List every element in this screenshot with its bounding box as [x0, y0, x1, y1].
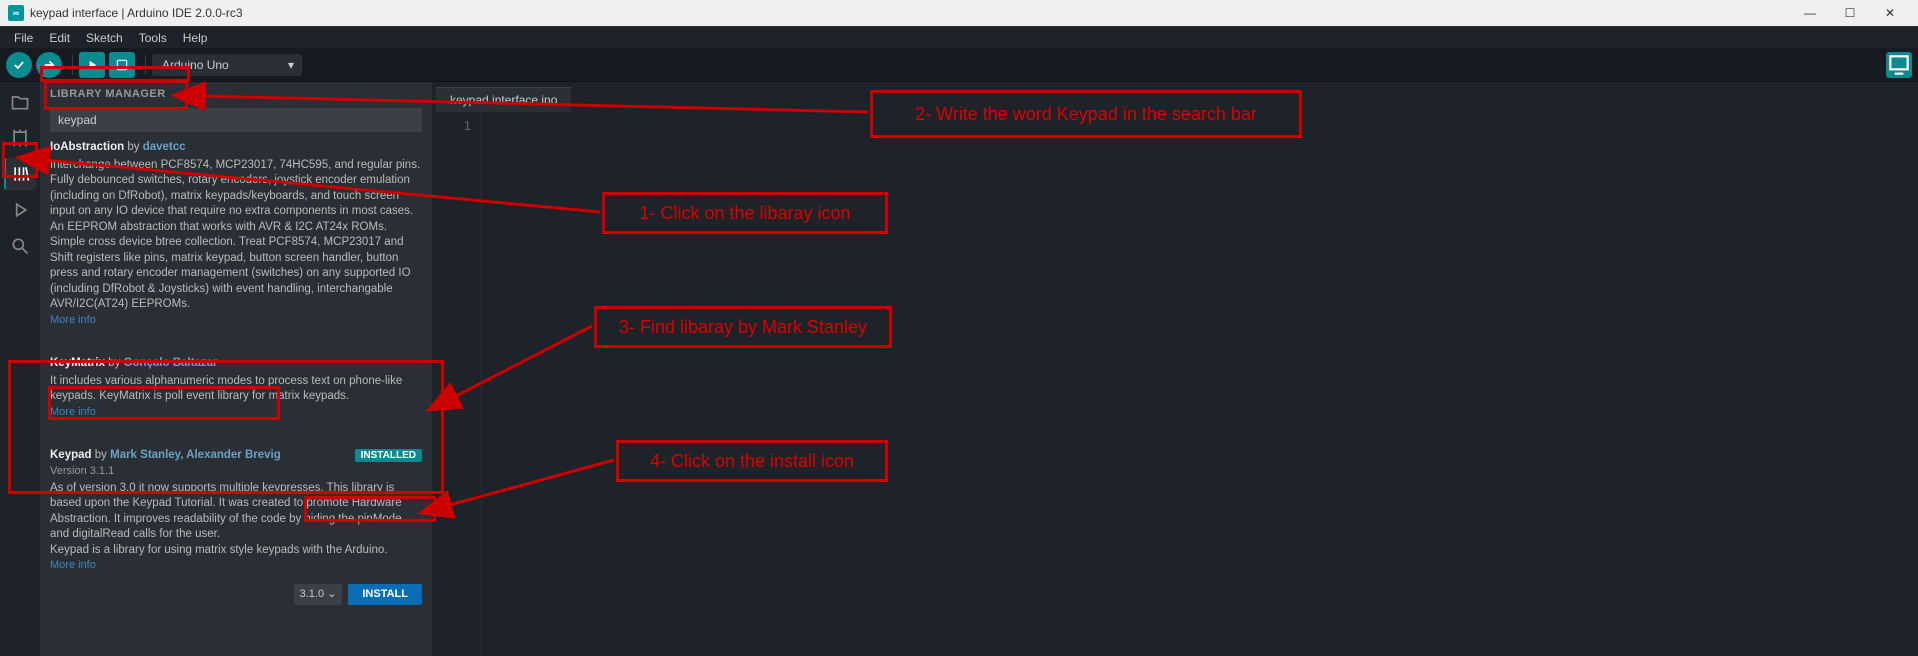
editor-tabs: keypad interface.ino [432, 82, 1918, 112]
library-manager-panel: LIBRARY MANAGER IoAbstraction by davetcc… [40, 82, 432, 656]
version-select[interactable]: 3.1.0 ⌄ [294, 584, 343, 605]
toolbar: Arduino Uno [0, 48, 1918, 82]
menu-edit[interactable]: Edit [41, 29, 78, 47]
menu-file[interactable]: File [6, 29, 41, 47]
serial-plotter-button[interactable] [1886, 52, 1912, 78]
boards-manager-icon[interactable] [4, 122, 36, 154]
editor-area: keypad interface.ino 1 [432, 82, 1918, 656]
library-manager-icon[interactable] [4, 158, 36, 190]
verify-button[interactable] [6, 52, 32, 78]
upload-button[interactable] [36, 52, 62, 78]
library-description: As of version 3.0 it now supports multip… [50, 481, 422, 559]
minimize-button[interactable]: — [1790, 0, 1830, 26]
installed-badge: INSTALLED [355, 449, 422, 462]
board-selector[interactable]: Arduino Uno [152, 54, 302, 76]
debug-panel-icon[interactable] [4, 194, 36, 226]
menu-sketch[interactable]: Sketch [78, 29, 131, 47]
window-title: keypad interface | Arduino IDE 2.0.0-rc3 [30, 6, 243, 20]
more-info-link[interactable]: More info [50, 314, 96, 326]
library-description: Interchange between PCF8574, MCP23017, 7… [50, 158, 422, 313]
library-item-ioabstraction[interactable]: IoAbstraction by davetcc Interchange bet… [50, 140, 422, 328]
library-list[interactable]: IoAbstraction by davetcc Interchange bet… [40, 140, 432, 656]
titlebar: ∞ keypad interface | Arduino IDE 2.0.0-r… [0, 0, 1918, 26]
app-icon: ∞ [8, 5, 24, 21]
debug-button[interactable] [79, 52, 105, 78]
code-editor[interactable]: 1 [432, 112, 1918, 656]
library-item-keypad[interactable]: INSTALLED Keypad by Mark Stanley, Alexan… [50, 448, 422, 604]
editor-tab[interactable]: keypad interface.ino [436, 87, 571, 112]
menu-tools[interactable]: Tools [131, 29, 175, 47]
library-item-keymatrix[interactable]: KeyMatrix by Gonçalo Baltazar It include… [50, 356, 422, 420]
sidebar-nav [0, 82, 40, 656]
more-info-link[interactable]: More info [50, 559, 96, 571]
more-info-link[interactable]: More info [50, 406, 96, 418]
line-gutter: 1 [432, 112, 482, 656]
menubar: File Edit Sketch Tools Help [0, 26, 1918, 48]
library-panel-header: LIBRARY MANAGER [40, 82, 432, 104]
search-icon[interactable] [4, 230, 36, 262]
menu-help[interactable]: Help [175, 29, 216, 47]
maximize-button[interactable]: ☐ [1830, 0, 1870, 26]
debug-step-button[interactable] [109, 52, 135, 78]
install-button[interactable]: INSTALL [348, 584, 422, 605]
close-button[interactable]: ✕ [1870, 0, 1910, 26]
library-search-input[interactable] [50, 108, 422, 132]
library-description: It includes various alphanumeric modes t… [50, 374, 422, 405]
sketchbook-icon[interactable] [4, 86, 36, 118]
library-version: Version 3.1.1 [50, 464, 422, 479]
